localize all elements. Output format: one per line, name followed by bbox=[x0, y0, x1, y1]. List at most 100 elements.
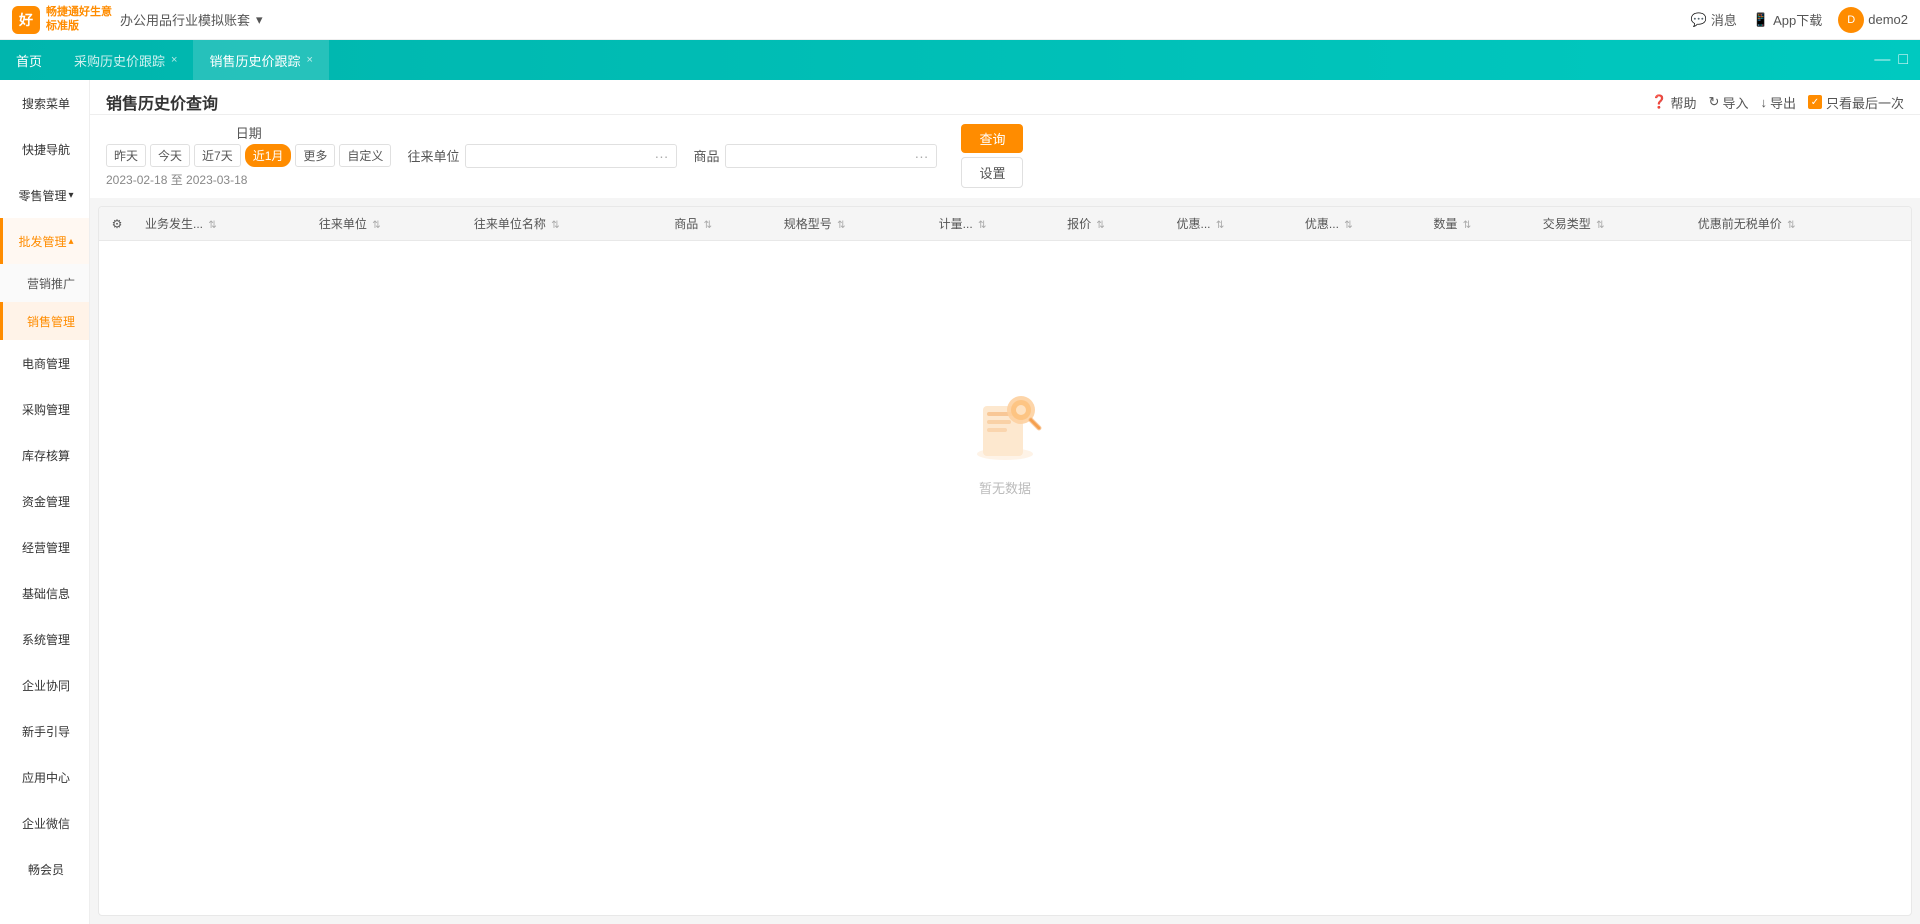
sidebar-item-member[interactable]: 畅会员 bbox=[0, 846, 89, 892]
date-filter-group: 日期 昨天 今天 近7天 近1月 更多 自定义 2023-02-18 至 202… bbox=[106, 123, 391, 188]
workspace-label: 办公用品行业模拟账套 bbox=[120, 10, 250, 29]
empty-state: 暂无数据 bbox=[99, 241, 1911, 641]
maximize-btn[interactable]: □ bbox=[1898, 51, 1908, 69]
goods-dots-icon[interactable]: ··· bbox=[914, 148, 928, 164]
minimize-btn[interactable]: — bbox=[1874, 51, 1890, 69]
setting-button[interactable]: 设置 bbox=[961, 157, 1023, 188]
sidebar-item-appstore[interactable]: 应用中心 bbox=[0, 754, 89, 800]
th-unit[interactable]: 计量... ⇅ bbox=[929, 207, 1057, 241]
page-header: 销售历史价查询 ❓ 帮助 ↻ 导入 ↓ 导出 bbox=[90, 80, 1920, 115]
page-actions: ❓ 帮助 ↻ 导入 ↓ 导出 ✓ 只看最后一 bbox=[1651, 93, 1904, 112]
partner-filter-group: 往来单位 ··· bbox=[407, 144, 677, 168]
page-title-row: 销售历史价查询 ❓ 帮助 ↻ 导入 ↓ 导出 bbox=[106, 90, 1904, 114]
main-layout: 搜索菜单 快捷导航 零售管理 ▾ 批发管理 ▴ 营销推广 销售管理 电商管理 采… bbox=[0, 80, 1920, 924]
sort-discount2-icon: ⇅ bbox=[1344, 220, 1352, 231]
th-partner-code[interactable]: 往来单位 ⇅ bbox=[309, 207, 464, 241]
sort-unit-icon: ⇅ bbox=[978, 220, 986, 231]
only-last-checkbox[interactable]: ✓ 只看最后一次 bbox=[1808, 93, 1904, 112]
tab-purchase-history[interactable]: 采购历史价跟踪 × bbox=[58, 40, 193, 80]
tab1-label: 采购历史价跟踪 bbox=[74, 51, 165, 70]
sidebar-item-system[interactable]: 系统管理 bbox=[0, 616, 89, 662]
sidebar-item-guide[interactable]: 新手引导 bbox=[0, 708, 89, 754]
th-discount1[interactable]: 优惠... ⇅ bbox=[1167, 207, 1295, 241]
th-qty[interactable]: 数量 ⇅ bbox=[1423, 207, 1532, 241]
partner-input-wrap[interactable]: ··· bbox=[465, 144, 677, 168]
sidebar-item-purchase[interactable]: 采购管理 bbox=[0, 386, 89, 432]
sidebar-item-retail[interactable]: 零售管理 ▾ bbox=[0, 172, 89, 218]
sort-price-icon: ⇅ bbox=[1096, 220, 1104, 231]
date-btn-custom[interactable]: 自定义 bbox=[339, 144, 391, 167]
message-btn[interactable]: 💬 消息 bbox=[1691, 10, 1737, 29]
message-label: 消息 bbox=[1711, 10, 1737, 29]
goods-filter-group: 商品 ··· bbox=[693, 144, 937, 168]
table-area: ⚙ 业务发生... ⇅ 往来单位 ⇅ 往来单位名称 ⇅ bbox=[98, 206, 1912, 916]
app-download-btn[interactable]: 📱 App下载 bbox=[1753, 10, 1822, 29]
th-discount2[interactable]: 优惠... ⇅ bbox=[1295, 207, 1423, 241]
th-trade-type[interactable]: 交易类型 ⇅ bbox=[1533, 207, 1688, 241]
search-button[interactable]: 查询 bbox=[961, 124, 1023, 153]
th-spec[interactable]: 规格型号 ⇅ bbox=[774, 207, 929, 241]
avatar: D bbox=[1838, 7, 1864, 33]
sort-biz-date-icon: ⇅ bbox=[208, 220, 216, 231]
date-btn-yesterday[interactable]: 昨天 bbox=[106, 144, 146, 167]
sort-partner-name-icon: ⇅ bbox=[551, 220, 559, 231]
date-buttons: 昨天 今天 近7天 近1月 更多 自定义 bbox=[106, 144, 391, 167]
workspace-selector[interactable]: 办公用品行业模拟账套 ▾ bbox=[120, 10, 263, 29]
th-biz-date[interactable]: 业务发生... ⇅ bbox=[135, 207, 309, 241]
sidebar-item-basic[interactable]: 基础信息 bbox=[0, 570, 89, 616]
topbar-left: 好 畅捷通好生意 标准版 办公用品行业模拟账套 ▾ bbox=[12, 6, 263, 34]
sidebar-item-ecommerce[interactable]: 电商管理 bbox=[0, 340, 89, 386]
sort-partner-code-icon: ⇅ bbox=[372, 220, 380, 231]
tab-sales-history[interactable]: 销售历史价跟踪 × bbox=[193, 40, 328, 80]
home-label: 首页 bbox=[16, 51, 42, 70]
th-partner-name[interactable]: 往来单位名称 ⇅ bbox=[464, 207, 664, 241]
teal-tabbar: 首页 采购历史价跟踪 × 销售历史价跟踪 × — □ bbox=[0, 40, 1920, 80]
th-settings[interactable]: ⚙ bbox=[99, 207, 135, 241]
sidebar-item-marketing[interactable]: 营销推广 bbox=[0, 264, 89, 302]
date-btn-1month[interactable]: 近1月 bbox=[245, 144, 292, 167]
export-icon: ↓ bbox=[1760, 95, 1767, 110]
sidebar-item-inventory[interactable]: 库存核算 bbox=[0, 432, 89, 478]
sidebar-item-finance[interactable]: 资金管理 bbox=[0, 478, 89, 524]
sort-trade-type-icon: ⇅ bbox=[1596, 220, 1604, 231]
date-btn-today[interactable]: 今天 bbox=[150, 144, 190, 167]
sort-notax-price-icon: ⇅ bbox=[1787, 220, 1795, 231]
partner-dots-icon[interactable]: ··· bbox=[654, 148, 668, 164]
sidebar-item-sales[interactable]: 销售管理 bbox=[0, 302, 89, 340]
tab2-close-icon[interactable]: × bbox=[306, 54, 312, 66]
th-notax-price[interactable]: 优惠前无税单价 ⇅ bbox=[1688, 207, 1911, 241]
sidebar: 搜索菜单 快捷导航 零售管理 ▾ 批发管理 ▴ 营销推广 销售管理 电商管理 采… bbox=[0, 80, 90, 924]
sidebar-item-wholesale[interactable]: 批发管理 ▴ bbox=[0, 218, 89, 264]
th-price[interactable]: 报价 ⇅ bbox=[1057, 207, 1166, 241]
content-area: 销售历史价查询 ❓ 帮助 ↻ 导入 ↓ 导出 bbox=[90, 80, 1920, 924]
search-action-group: 查询 设置 bbox=[961, 124, 1023, 188]
sidebar-item-quicknav[interactable]: 快捷导航 bbox=[0, 126, 89, 172]
goods-input-wrap[interactable]: ··· bbox=[725, 144, 937, 168]
tab2-label: 销售历史价跟踪 bbox=[209, 51, 300, 70]
partner-input[interactable] bbox=[474, 148, 650, 163]
empty-text: 暂无数据 bbox=[979, 478, 1031, 497]
tab-home[interactable]: 首页 bbox=[0, 40, 58, 80]
dropdown-icon[interactable]: ▾ bbox=[256, 12, 263, 28]
topbar-right: 💬 消息 📱 App下载 D demo2 bbox=[1691, 7, 1908, 33]
logo-text: 畅捷通好生意 标准版 bbox=[46, 6, 112, 32]
import-btn[interactable]: ↻ 导入 bbox=[1709, 93, 1749, 112]
retail-arrow-icon: ▾ bbox=[68, 190, 73, 201]
th-goods[interactable]: 商品 ⇅ bbox=[664, 207, 773, 241]
tab1-close-icon[interactable]: × bbox=[171, 54, 177, 66]
date-btn-more[interactable]: 更多 bbox=[295, 144, 335, 167]
help-btn[interactable]: ❓ 帮助 bbox=[1651, 93, 1696, 112]
user-info[interactable]: D demo2 bbox=[1838, 7, 1908, 33]
sidebar-item-wechat[interactable]: 企业微信 bbox=[0, 800, 89, 846]
date-label: 日期 bbox=[236, 123, 262, 142]
date-btn-7days[interactable]: 近7天 bbox=[194, 144, 241, 167]
sidebar-item-cooperation[interactable]: 企业协同 bbox=[0, 662, 89, 708]
export-btn[interactable]: ↓ 导出 bbox=[1760, 93, 1796, 112]
filter-bar: 日期 昨天 今天 近7天 近1月 更多 自定义 2023-02-18 至 202… bbox=[90, 115, 1920, 198]
goods-input[interactable] bbox=[734, 148, 910, 163]
sidebar-item-search[interactable]: 搜索菜单 bbox=[0, 80, 89, 126]
sidebar-sub-wholesale: 营销推广 销售管理 bbox=[0, 264, 89, 340]
partner-label: 往来单位 bbox=[407, 146, 459, 165]
sidebar-item-operation[interactable]: 经营管理 bbox=[0, 524, 89, 570]
logo-icon: 好 bbox=[12, 6, 40, 34]
